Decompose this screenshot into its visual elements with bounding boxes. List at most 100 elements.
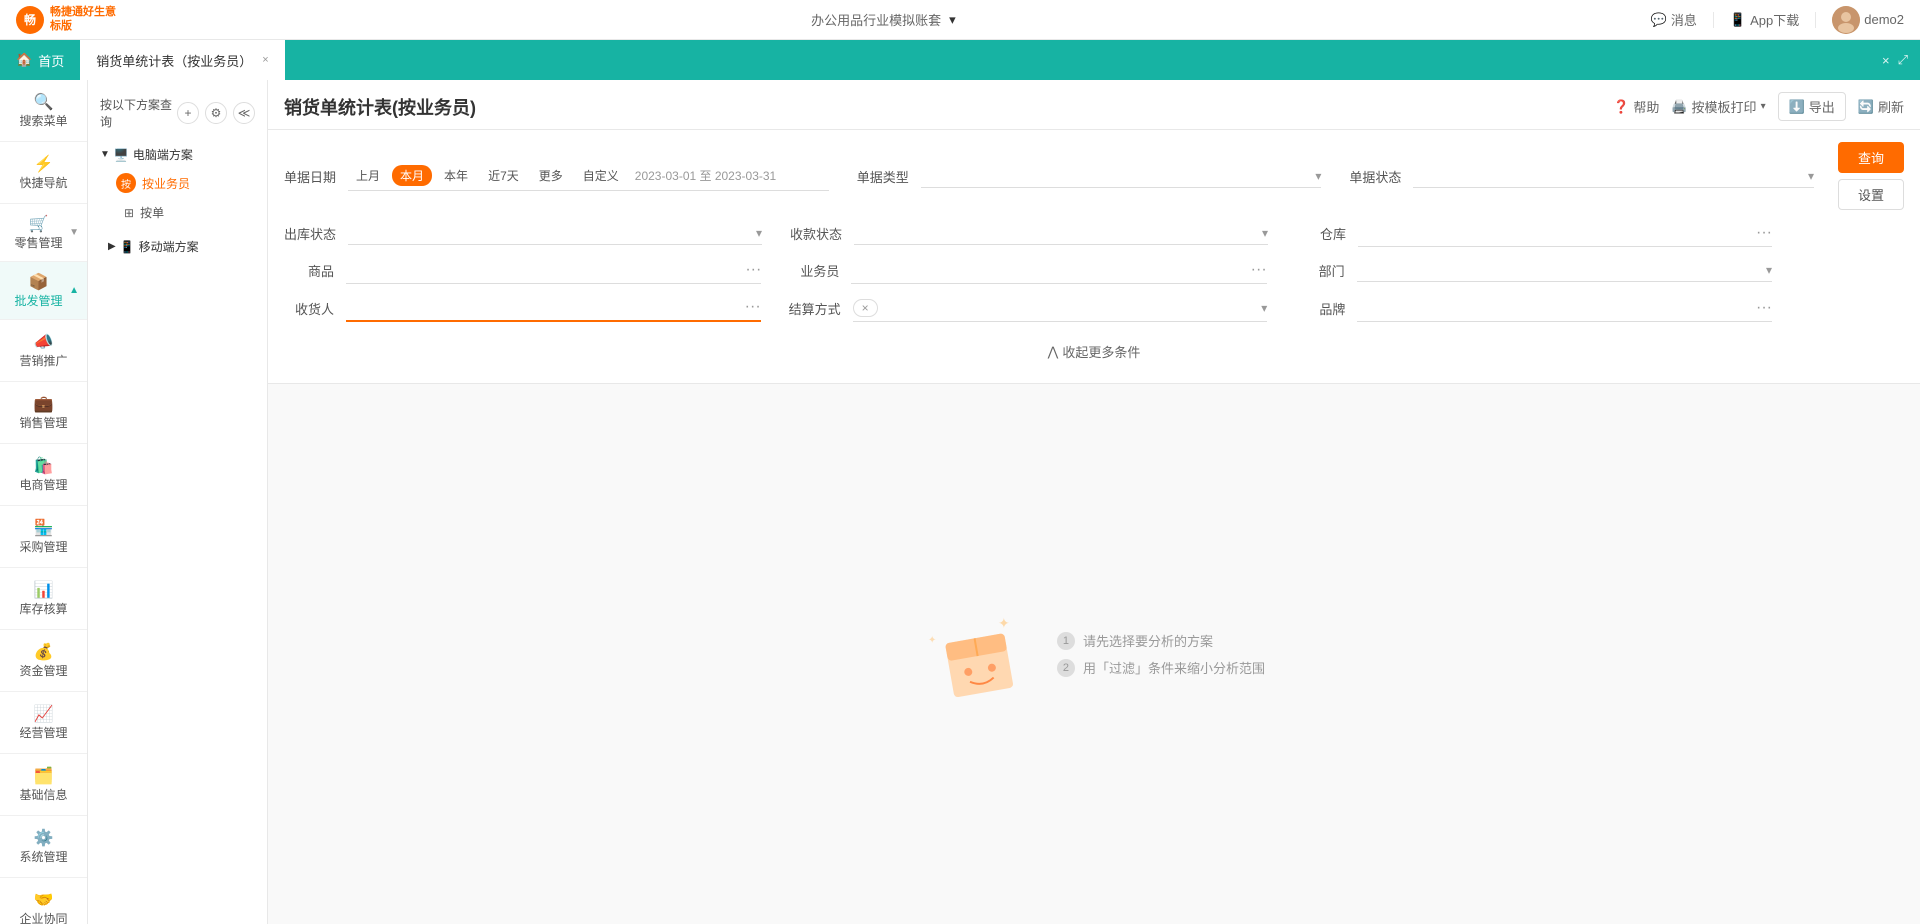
doc-status-select[interactable]: ▾: [1413, 165, 1814, 188]
sidebar-item-operations[interactable]: 📈 经营管理: [0, 692, 87, 754]
settlement-label: 结算方式: [789, 299, 841, 318]
page-actions: ❓ 帮助 🖨️ 按模板打印 ▾ ⬇️ 导出 🔄 刷新: [1613, 92, 1904, 121]
sidebar-item-ecommerce[interactable]: 🛍️ 电商管理: [0, 444, 87, 506]
this-month-btn[interactable]: 本月: [392, 165, 432, 186]
sidebar-item-marketing[interactable]: 📣 营销推广: [0, 320, 87, 382]
warehouse-dots: ···: [1756, 224, 1772, 242]
mobile-collapse-arrow: ▶: [108, 241, 116, 252]
filter-row-3: 商品 ··· 业务员 ··· 部门 ▾: [284, 257, 1904, 284]
dept-select[interactable]: ▾: [1357, 259, 1772, 282]
mobile-scheme-group: ▶ 📱 移动端方案: [88, 230, 267, 263]
left-panel-header: 按以下方案查询 + ⚙ ≪: [88, 88, 267, 138]
divider2: [1815, 12, 1816, 28]
outstock-select[interactable]: ▾: [348, 222, 762, 245]
goods-select[interactable]: ···: [346, 257, 761, 284]
print-arrow: ▾: [1761, 101, 1766, 112]
brand-select[interactable]: ···: [1357, 295, 1772, 322]
collapse-arrow-icon: ⋀: [1048, 344, 1059, 360]
settings-scheme-btn[interactable]: ⚙: [205, 102, 227, 124]
receiver-label: 收货人: [284, 299, 334, 318]
top-bar: 畅 畅捷通好生意 标版 办公用品行业模拟账套 ▾ 💬 消息 📱 App下载: [0, 0, 1920, 40]
sidebar-item-retail[interactable]: 🛒 零售管理 ▼: [0, 204, 87, 262]
this-year-btn[interactable]: 本年: [436, 165, 476, 186]
user-menu[interactable]: demo2: [1832, 6, 1904, 34]
setting-btn[interactable]: 设置: [1838, 179, 1904, 210]
payment-label: 收款状态: [790, 224, 842, 243]
scheme-item-by-staff[interactable]: 按 按业务员: [88, 167, 267, 199]
window-maximize-btn[interactable]: ⤢: [1898, 52, 1908, 68]
tab-home[interactable]: 🏠 首页: [0, 40, 80, 80]
brand-dots: ···: [1756, 299, 1772, 317]
workspace-dropdown[interactable]: ▾: [949, 12, 956, 28]
last-month-btn[interactable]: 上月: [348, 165, 388, 186]
mobile-scheme-title[interactable]: ▶ 📱 移动端方案: [88, 234, 267, 259]
more-btn[interactable]: 更多: [531, 165, 571, 186]
query-btns: 查询 设置: [1838, 142, 1904, 210]
refresh-btn[interactable]: 🔄 刷新: [1858, 97, 1904, 116]
collapse-filter-btn[interactable]: ⋀ 收起更多条件: [1032, 336, 1157, 367]
tab-bar: 🏠 首页 销货单统计表（按业务员） × × ⤢: [0, 40, 1920, 80]
template-print-btn[interactable]: 🖨️ 按模板打印 ▾: [1671, 97, 1765, 116]
window-close-btn[interactable]: ×: [1882, 53, 1890, 68]
wholesale-icon: 📦: [29, 272, 49, 292]
sidebar-item-search[interactable]: 🔍 搜索菜单: [0, 80, 87, 142]
message-icon: 💬: [1651, 12, 1667, 28]
left-panel: 按以下方案查询 + ⚙ ≪ ▼ 🖥️ 电脑端方案 按 按业务员 ⊞ 按单: [88, 80, 268, 924]
scheme-item-by-order[interactable]: ⊞ 按单: [88, 199, 267, 226]
sidebar-item-system[interactable]: ⚙️ 系统管理: [0, 816, 87, 878]
print-icon: 🖨️: [1671, 99, 1687, 115]
app-download-btn[interactable]: 📱 App下载: [1730, 10, 1799, 29]
filter-row-4: 收货人 ··· 结算方式 × ▾ 品牌 ···: [284, 294, 1904, 322]
brand-label: 品牌: [1295, 299, 1345, 318]
payment-arrow: ▾: [1262, 226, 1268, 240]
empty-state: ✦ ✦ 1 请先选择要分析的方案 2 用「过滤」条件来缩小分析范围: [268, 384, 1920, 924]
sidebar-item-quicknav[interactable]: ⚡ 快捷导航: [0, 142, 87, 204]
operations-icon: 📈: [4, 704, 83, 724]
workspace-title[interactable]: 办公用品行业模拟账套 ▾: [811, 10, 956, 29]
export-btn[interactable]: ⬇️ 导出: [1778, 92, 1846, 121]
mobile-icon: 📱: [1730, 12, 1746, 28]
query-btn[interactable]: 查询: [1838, 142, 1904, 173]
ecommerce-icon: 🛍️: [4, 456, 83, 476]
pc-scheme-title[interactable]: ▼ 🖥️ 电脑端方案: [88, 142, 267, 167]
empty-illustration: ✦ ✦: [923, 598, 1033, 711]
last7-btn[interactable]: 近7天: [480, 165, 527, 186]
warehouse-select[interactable]: ···: [1358, 220, 1772, 247]
settlement-select[interactable]: × ▾: [853, 295, 1268, 322]
sidebar-item-basic[interactable]: 🗂️ 基础信息: [0, 754, 87, 816]
quicknav-icon: ⚡: [4, 154, 83, 174]
payment-select[interactable]: ▾: [854, 222, 1268, 245]
sidebar-item-sales[interactable]: 💼 销售管理: [0, 382, 87, 444]
collapse-panel-btn[interactable]: ≪: [233, 102, 255, 124]
tab-sales-stats[interactable]: 销货单统计表（按业务员） ×: [80, 40, 284, 80]
dept-arrow: ▾: [1766, 263, 1772, 277]
goods-dots: ···: [745, 261, 761, 279]
left-panel-actions: + ⚙ ≪: [177, 102, 255, 124]
doc-type-arrow: ▾: [1315, 169, 1321, 183]
purchase-icon: 🏪: [4, 518, 83, 538]
search-icon: 🔍: [4, 92, 83, 112]
sidebar-item-finance[interactable]: 💰 资金管理: [0, 630, 87, 692]
filter-row-1: 单据日期 上月 本月 本年 近7天 更多 自定义 2023-03-01 至 20…: [284, 142, 1904, 210]
outstock-arrow: ▾: [756, 226, 762, 240]
wholesale-arrow: ▲: [69, 285, 79, 296]
top-bar-left: 畅 畅捷通好生意 标版: [16, 6, 116, 34]
sidebar-item-purchase[interactable]: 🏪 采购管理: [0, 506, 87, 568]
sidebar-item-inventory[interactable]: 📊 库存核算: [0, 568, 87, 630]
logo-text: 畅捷通好生意 标版: [50, 6, 116, 32]
sidebar-item-enterprise[interactable]: 🤝 企业协同: [0, 878, 87, 924]
help-btn[interactable]: ❓ 帮助: [1613, 97, 1659, 116]
doc-type-select[interactable]: ▾: [921, 165, 1322, 188]
mobile-icon2: 📱: [120, 240, 135, 254]
receiver-input[interactable]: ···: [346, 294, 761, 322]
staff-select[interactable]: ···: [851, 257, 1266, 284]
page-header: 销货单统计表(按业务员) ❓ 帮助 🖨️ 按模板打印 ▾ ⬇️ 导出 🔄 刷: [268, 80, 1920, 130]
sidebar-item-wholesale[interactable]: 📦 批发管理 ▲: [0, 262, 87, 320]
message-btn[interactable]: 💬 消息: [1651, 10, 1697, 29]
doc-status-arrow: ▾: [1808, 169, 1814, 183]
settlement-tag-close[interactable]: ×: [862, 301, 869, 315]
main-content: 销货单统计表(按业务员) ❓ 帮助 🖨️ 按模板打印 ▾ ⬇️ 导出 🔄 刷: [268, 80, 1920, 924]
add-scheme-btn[interactable]: +: [177, 102, 199, 124]
custom-btn[interactable]: 自定义: [575, 165, 627, 186]
tab-close-btn[interactable]: ×: [262, 54, 268, 66]
